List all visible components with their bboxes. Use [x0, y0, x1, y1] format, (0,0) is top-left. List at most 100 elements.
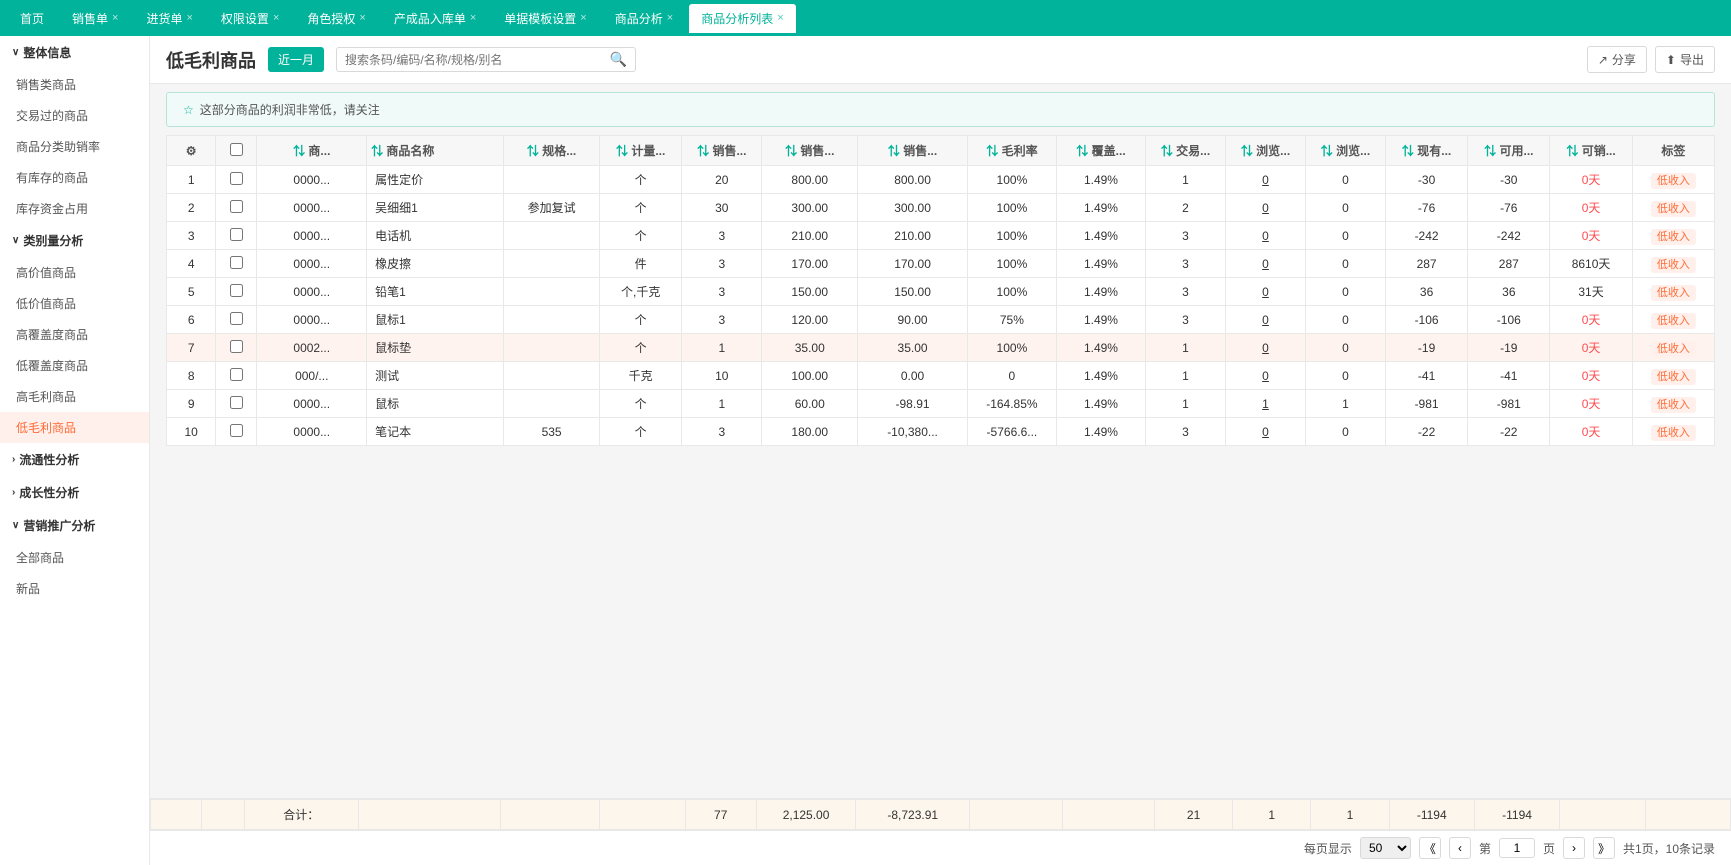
- nav-permissions-close[interactable]: ×: [273, 12, 279, 24]
- row-checkbox-cell[interactable]: [216, 278, 257, 306]
- select-all-checkbox[interactable]: [230, 143, 243, 156]
- col-header-price1[interactable]: ⇅ 销售...: [762, 136, 858, 166]
- nav-item-roles[interactable]: 角色授权 ×: [295, 4, 377, 33]
- row-view1[interactable]: 0: [1226, 222, 1306, 250]
- sidebar-group-marketing[interactable]: ∨ 营销推广分析: [0, 509, 149, 542]
- row-checkbox[interactable]: [230, 340, 243, 353]
- view1-link[interactable]: 1: [1262, 397, 1269, 411]
- sidebar-item-high-value[interactable]: 高价值商品: [0, 257, 149, 288]
- row-view1[interactable]: 0: [1226, 418, 1306, 446]
- nav-item-purchase[interactable]: 进货单 ×: [134, 4, 204, 33]
- row-checkbox[interactable]: [230, 312, 243, 325]
- col-header-view2[interactable]: ⇅ 浏览...: [1305, 136, 1385, 166]
- nav-item-sales[interactable]: 销售单 ×: [60, 4, 130, 33]
- row-checkbox[interactable]: [230, 200, 243, 213]
- view1-link[interactable]: 0: [1262, 313, 1269, 327]
- sidebar-item-low-profit[interactable]: 低毛利商品: [0, 412, 149, 443]
- nav-item-template[interactable]: 单据模板设置 ×: [492, 4, 598, 33]
- row-checkbox[interactable]: [230, 172, 243, 185]
- view1-link[interactable]: 0: [1262, 369, 1269, 383]
- row-view1[interactable]: 0: [1226, 334, 1306, 362]
- nav-analysis-close[interactable]: ×: [667, 12, 673, 24]
- sidebar-item-category-assist[interactable]: 商品分类助销率: [0, 131, 149, 162]
- per-page-select[interactable]: 50 20 100: [1360, 837, 1411, 859]
- col-header-settings[interactable]: ⚙: [167, 136, 216, 166]
- row-checkbox[interactable]: [230, 284, 243, 297]
- col-header-available[interactable]: ⇅ 可用...: [1468, 136, 1550, 166]
- row-checkbox-cell[interactable]: [216, 418, 257, 446]
- col-header-margin[interactable]: ⇅ 毛利率: [967, 136, 1056, 166]
- col-header-code[interactable]: ⇅ 商...: [257, 136, 367, 166]
- col-header-view1[interactable]: ⇅ 浏览...: [1226, 136, 1306, 166]
- row-view1[interactable]: 0: [1226, 194, 1306, 222]
- view1-link[interactable]: 0: [1262, 201, 1269, 215]
- export-button[interactable]: ⬆ 导出: [1655, 46, 1715, 73]
- row-checkbox[interactable]: [230, 368, 243, 381]
- sidebar-item-sales-products[interactable]: 销售类商品: [0, 69, 149, 100]
- sidebar-item-all-products[interactable]: 全部商品: [0, 542, 149, 573]
- row-view1[interactable]: 0: [1226, 250, 1306, 278]
- sidebar-item-low-coverage[interactable]: 低覆盖度商品: [0, 350, 149, 381]
- col-header-tag[interactable]: 标签: [1632, 136, 1714, 166]
- sidebar-group-liquidity[interactable]: › 流通性分析: [0, 443, 149, 476]
- view1-link[interactable]: 0: [1262, 425, 1269, 439]
- row-checkbox-cell[interactable]: [216, 250, 257, 278]
- col-header-name[interactable]: ⇅ 商品名称: [367, 136, 504, 166]
- row-checkbox-cell[interactable]: [216, 306, 257, 334]
- next-next-button[interactable]: 》: [1593, 837, 1615, 859]
- row-checkbox-cell[interactable]: [216, 194, 257, 222]
- nav-item-analysis[interactable]: 商品分析 ×: [603, 4, 685, 33]
- sidebar-item-inventory-capital[interactable]: 库存资金占用: [0, 193, 149, 224]
- nav-sales-close[interactable]: ×: [112, 12, 118, 24]
- view1-link[interactable]: 0: [1262, 341, 1269, 355]
- nav-item-product-entry[interactable]: 产成品入库单 ×: [382, 4, 488, 33]
- sidebar-group-growth[interactable]: › 成长性分析: [0, 476, 149, 509]
- sidebar-item-new-products[interactable]: 新品: [0, 573, 149, 604]
- sidebar-group-category[interactable]: ∨ 类别量分析: [0, 224, 149, 257]
- nav-item-permissions[interactable]: 权限设置 ×: [209, 4, 291, 33]
- col-header-cover[interactable]: ⇅ 覆盖...: [1056, 136, 1145, 166]
- view1-link[interactable]: 0: [1262, 173, 1269, 187]
- page-number-input[interactable]: 1: [1499, 838, 1535, 858]
- col-header-check[interactable]: [216, 136, 257, 166]
- nav-product-entry-close[interactable]: ×: [470, 12, 476, 24]
- row-checkbox-cell[interactable]: [216, 334, 257, 362]
- search-input[interactable]: [345, 53, 610, 67]
- next-button[interactable]: ›: [1563, 837, 1585, 859]
- time-filter-button[interactable]: 近一月: [268, 47, 324, 72]
- row-checkbox[interactable]: [230, 396, 243, 409]
- sidebar-item-high-profit[interactable]: 高毛利商品: [0, 381, 149, 412]
- nav-purchase-close[interactable]: ×: [186, 12, 192, 24]
- sidebar-item-traded-products[interactable]: 交易过的商品: [0, 100, 149, 131]
- share-button[interactable]: ↗ 分享: [1587, 46, 1647, 73]
- view1-link[interactable]: 0: [1262, 285, 1269, 299]
- nav-item-home[interactable]: 首页: [8, 4, 56, 33]
- col-header-trade[interactable]: ⇅ 交易...: [1146, 136, 1226, 166]
- row-checkbox[interactable]: [230, 256, 243, 269]
- row-checkbox-cell[interactable]: [216, 390, 257, 418]
- prev-button[interactable]: ‹: [1449, 837, 1471, 859]
- row-view1[interactable]: 0: [1226, 166, 1306, 194]
- row-checkbox-cell[interactable]: [216, 222, 257, 250]
- view1-link[interactable]: 0: [1262, 257, 1269, 271]
- sidebar-group-overall[interactable]: ∨ 整体信息: [0, 36, 149, 69]
- prev-prev-button[interactable]: 《: [1419, 837, 1441, 859]
- col-header-unit[interactable]: ⇅ 计量...: [600, 136, 682, 166]
- nav-roles-close[interactable]: ×: [359, 12, 365, 24]
- col-header-spec[interactable]: ⇅ 规格...: [504, 136, 600, 166]
- row-view1[interactable]: 0: [1226, 306, 1306, 334]
- view1-link[interactable]: 0: [1262, 229, 1269, 243]
- row-checkbox-cell[interactable]: [216, 166, 257, 194]
- sidebar-item-low-value[interactable]: 低价值商品: [0, 288, 149, 319]
- row-checkbox[interactable]: [230, 424, 243, 437]
- col-header-sellable[interactable]: ⇅ 可销...: [1550, 136, 1632, 166]
- nav-analysis-list-close[interactable]: ×: [777, 12, 783, 24]
- nav-item-analysis-list[interactable]: 商品分析列表 ×: [689, 4, 795, 33]
- row-view1[interactable]: 0: [1226, 278, 1306, 306]
- table-container[interactable]: ⚙ ⇅ 商... ⇅ 商品名称 ⇅ 规格... ⇅ 计量... ⇅ 销售... …: [150, 135, 1731, 798]
- col-header-qty[interactable]: ⇅ 销售...: [682, 136, 762, 166]
- row-checkbox-cell[interactable]: [216, 362, 257, 390]
- col-header-current[interactable]: ⇅ 现有...: [1385, 136, 1467, 166]
- sidebar-item-high-coverage[interactable]: 高覆盖度商品: [0, 319, 149, 350]
- col-header-price2[interactable]: ⇅ 销售...: [858, 136, 968, 166]
